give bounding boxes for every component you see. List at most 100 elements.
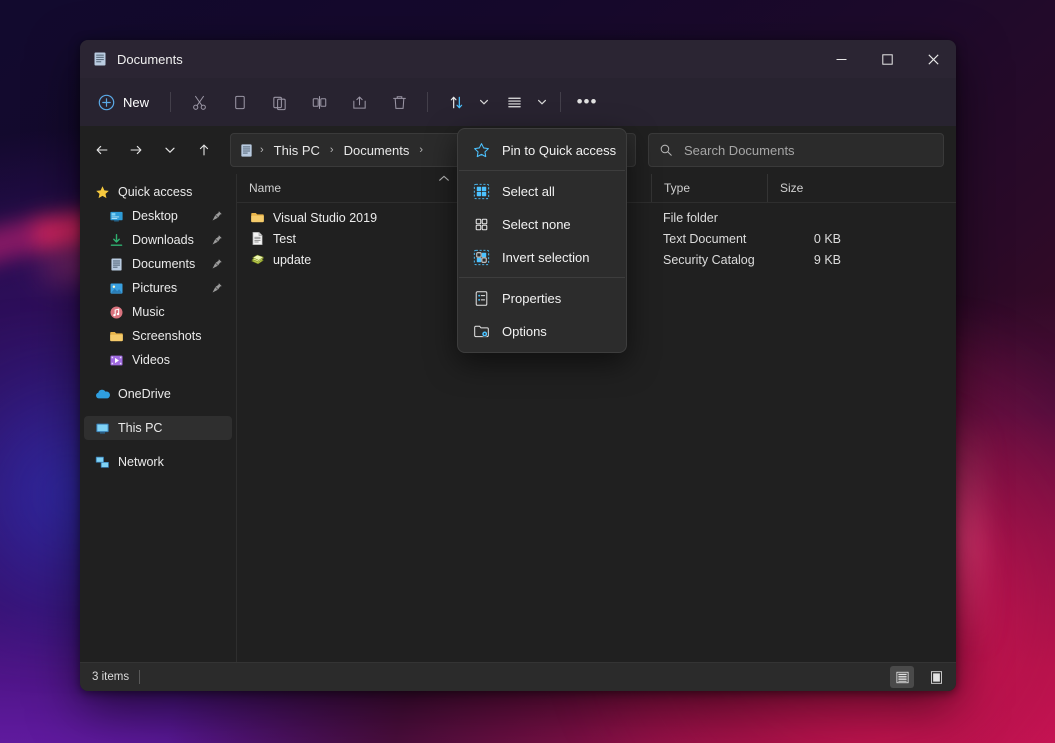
sidebar-item-videos[interactable]: Videos	[84, 348, 232, 372]
column-header-size-label: Size	[780, 181, 803, 195]
menu-item-invert-selection[interactable]: Invert selection	[462, 241, 622, 273]
view-chevron-down-icon[interactable]	[533, 86, 551, 118]
star-icon	[94, 184, 110, 200]
sidebar-item-desktop[interactable]: Desktop	[84, 204, 232, 228]
menu-separator-2	[459, 277, 625, 278]
command-bar: New	[80, 78, 956, 126]
menu-item-options[interactable]: Options	[462, 315, 622, 347]
breadcrumb-separator-2[interactable]: ›	[419, 144, 423, 156]
videos-icon	[108, 352, 124, 368]
file-name-label: update	[273, 253, 311, 267]
maximize-button[interactable]	[864, 40, 910, 78]
sort-button[interactable]	[437, 86, 475, 118]
large-icons-view-button[interactable]	[924, 666, 948, 688]
new-button[interactable]: New	[90, 86, 161, 118]
navigation-pane: Quick access Desktop	[80, 174, 236, 662]
pin-icon-downloads[interactable]	[210, 234, 224, 246]
context-menu: Pin to Quick access Select all	[457, 128, 627, 353]
toolbar-divider	[170, 92, 171, 112]
menu-item-pin-to-quick-access[interactable]: Pin to Quick access	[462, 134, 622, 166]
sidebar-label-pictures: Pictures	[132, 281, 202, 295]
breadcrumb-item-this-pc[interactable]: This PC	[270, 141, 324, 160]
close-button[interactable]	[910, 40, 956, 78]
sidebar-item-music[interactable]: Music	[84, 300, 232, 324]
file-type-cell: Security Catalog	[655, 249, 771, 270]
details-view-button[interactable]	[890, 666, 914, 688]
file-name-label: Visual Studio 2019	[273, 211, 377, 225]
folder-icon	[249, 210, 265, 226]
minimize-button[interactable]	[818, 40, 864, 78]
column-header-name-label: Name	[249, 181, 281, 195]
menu-label-invert-selection: Invert selection	[502, 250, 589, 265]
search-input[interactable]	[682, 142, 933, 159]
toolbar-divider-2	[427, 92, 428, 112]
menu-label-select-none: Select none	[502, 217, 571, 232]
status-divider	[139, 670, 140, 684]
sidebar-item-screenshots[interactable]: Screenshots	[84, 324, 232, 348]
copy-button[interactable]	[220, 86, 258, 118]
sidebar-item-downloads[interactable]: Downloads	[84, 228, 232, 252]
sidebar-gap-3	[80, 440, 236, 450]
sidebar-label-onedrive: OneDrive	[118, 387, 224, 401]
back-button[interactable]	[86, 134, 118, 166]
sidebar-item-this-pc[interactable]: This PC	[84, 416, 232, 440]
text-document-icon	[249, 231, 265, 247]
menu-item-select-none[interactable]: Select none	[462, 208, 622, 240]
sidebar-item-documents[interactable]: Documents	[84, 252, 232, 276]
sidebar-item-onedrive[interactable]: OneDrive	[84, 382, 232, 406]
paste-button[interactable]	[260, 86, 298, 118]
pin-icon-desktop[interactable]	[210, 210, 224, 222]
file-type-cell: File folder	[655, 207, 771, 228]
sidebar-label-music: Music	[132, 305, 224, 319]
up-button[interactable]	[188, 134, 220, 166]
menu-item-select-all[interactable]: Select all	[462, 175, 622, 207]
toolbar-divider-3	[560, 92, 561, 112]
pictures-icon	[108, 280, 124, 296]
pin-icon-pictures[interactable]	[210, 282, 224, 294]
properties-icon	[472, 289, 490, 307]
column-header-size[interactable]: Size	[767, 174, 851, 202]
menu-label-properties: Properties	[502, 291, 561, 306]
titlebar: Documents	[80, 40, 956, 78]
sidebar-label-screenshots: Screenshots	[132, 329, 224, 343]
menu-label-options: Options	[502, 324, 547, 339]
select-none-icon	[472, 215, 490, 233]
breadcrumb-item-documents[interactable]: Documents	[340, 141, 414, 160]
view-button[interactable]	[495, 86, 533, 118]
breadcrumb-separator-1: ›	[330, 144, 334, 156]
file-name-label: Test	[273, 232, 296, 246]
sort-chevron-down-icon[interactable]	[475, 86, 493, 118]
menu-label-select-all: Select all	[502, 184, 555, 199]
rename-button[interactable]	[300, 86, 338, 118]
file-size-cell: 9 KB	[771, 249, 855, 270]
column-header-type[interactable]: Type	[651, 174, 767, 202]
share-button[interactable]	[340, 86, 378, 118]
sidebar-label-this-pc: This PC	[118, 421, 224, 435]
cut-button[interactable]	[180, 86, 218, 118]
pin-icon-documents[interactable]	[210, 258, 224, 270]
breadcrumb-separator-0: ›	[260, 144, 264, 156]
sidebar-label-quick-access: Quick access	[118, 185, 224, 199]
recent-locations-button[interactable]	[154, 134, 186, 166]
item-count-label: 3 items	[92, 671, 129, 683]
forward-button[interactable]	[120, 134, 152, 166]
menu-label-pin-to-quick-access: Pin to Quick access	[502, 143, 616, 158]
desktop-icon	[108, 208, 124, 224]
security-catalog-icon	[249, 252, 265, 268]
menu-item-properties[interactable]: Properties	[462, 282, 622, 314]
delete-button[interactable]	[380, 86, 418, 118]
column-header-type-label: Type	[664, 181, 690, 195]
onedrive-icon	[94, 386, 110, 402]
see-more-button[interactable]: •••	[570, 86, 604, 118]
select-all-icon	[472, 182, 490, 200]
sidebar-gap-2	[80, 406, 236, 416]
sidebar-item-pictures[interactable]: Pictures	[84, 276, 232, 300]
sidebar-label-documents: Documents	[132, 257, 202, 271]
search-box[interactable]	[648, 133, 944, 167]
invert-selection-icon	[472, 248, 490, 266]
view-control	[495, 86, 551, 118]
sidebar-item-quick-access[interactable]: Quick access	[84, 180, 232, 204]
file-size-cell: 0 KB	[771, 228, 855, 249]
folder-icon	[108, 328, 124, 344]
sidebar-item-network[interactable]: Network	[84, 450, 232, 474]
